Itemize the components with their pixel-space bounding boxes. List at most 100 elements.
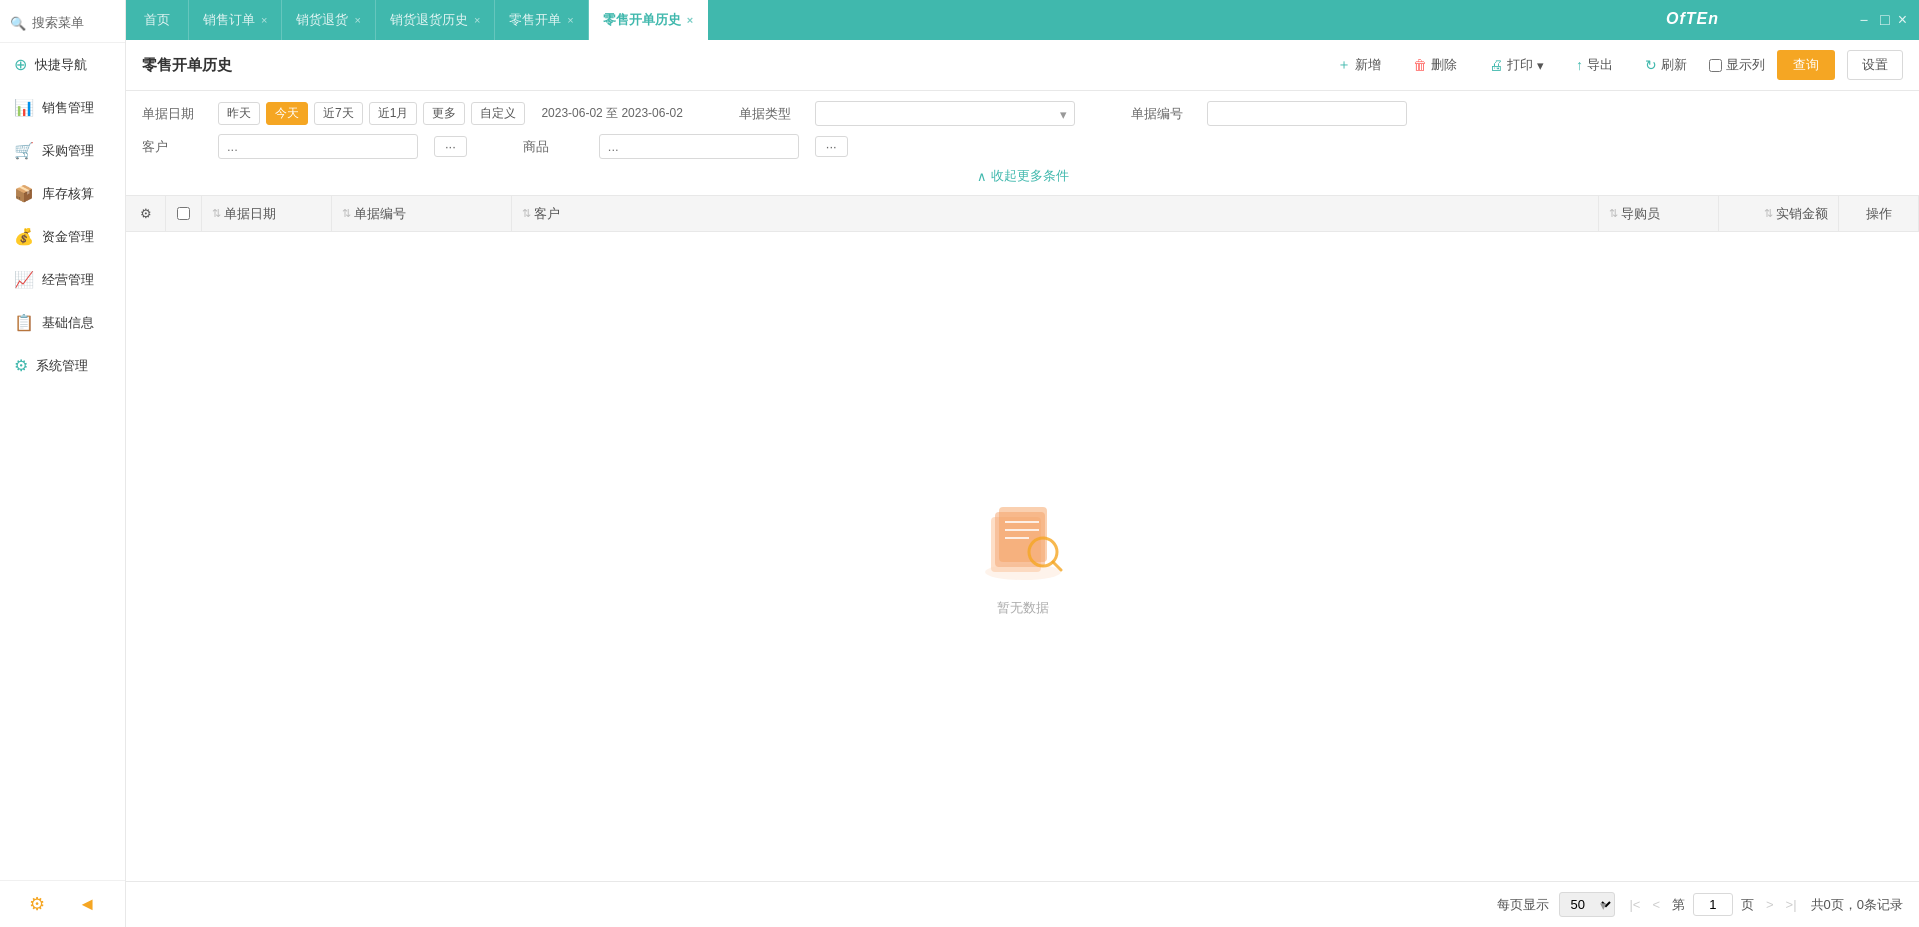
maximize-button[interactable]: □ [1880, 11, 1890, 29]
page-input[interactable] [1693, 893, 1733, 916]
export-button[interactable]: ↑ 导出 [1566, 51, 1623, 79]
date-range: 2023-06-02 至 2023-06-02 [541, 105, 682, 122]
date-btn-1month[interactable]: 近1月 [369, 102, 418, 125]
th-amount-sort-icon: ⇅ [1764, 207, 1773, 220]
sidebar-item-basic-info[interactable]: 📋 基础信息 [0, 301, 125, 344]
select-all-checkbox[interactable] [177, 207, 190, 220]
page-size-select[interactable]: 10 20 50 100 [1559, 892, 1615, 917]
display-cols-checkbox[interactable] [1709, 59, 1722, 72]
customer-ellipsis[interactable]: ··· [434, 136, 467, 157]
th-checkbox[interactable] [166, 196, 202, 231]
print-label: 打印 [1507, 56, 1533, 74]
th-settings[interactable]: ⚙ [126, 196, 166, 231]
th-number[interactable]: ⇅ 单据编号 [332, 196, 512, 231]
refresh-icon: ↻ [1645, 57, 1657, 73]
setting-button[interactable]: 设置 [1847, 50, 1903, 80]
print-button[interactable]: 🖨 打印 ▾ [1479, 51, 1554, 79]
delete-label: 删除 [1431, 56, 1457, 74]
tab-retail-open-history-label: 零售开单历史 [603, 11, 681, 29]
tab-sales-return-close[interactable]: × [354, 14, 360, 26]
prev-page-button[interactable]: < [1648, 895, 1664, 914]
sidebar-item-purchase-mgmt[interactable]: 🛒 采购管理 [0, 129, 125, 172]
tab-sales-return-history-close[interactable]: × [474, 14, 480, 26]
tab-retail-open-close[interactable]: × [567, 14, 573, 26]
sidebar-item-label: 系统管理 [36, 357, 88, 375]
th-amount[interactable]: ⇅ 实销金额 [1719, 196, 1839, 231]
doc-number-label: 单据编号 [1131, 105, 1191, 123]
sidebar-item-sys-mgmt[interactable]: ⚙ 系统管理 [0, 344, 125, 387]
settings-icon[interactable]: ⚙ [29, 893, 45, 915]
tab-sales-return-history[interactable]: 销货退货历史 × [376, 0, 495, 40]
window-controls: － □ × [1856, 10, 1919, 31]
tab-retail-open-label: 零售开单 [509, 11, 561, 29]
display-cols-toggle[interactable]: 显示列 [1709, 56, 1765, 74]
delete-icon: 🗑 [1413, 57, 1427, 73]
date-btn-yesterday[interactable]: 昨天 [218, 102, 260, 125]
th-customer-sort-icon: ⇅ [522, 207, 531, 220]
th-customer[interactable]: ⇅ 客户 [512, 196, 1599, 231]
collapse-button[interactable]: ∧ 收起更多条件 [142, 167, 1903, 185]
export-icon: ↑ [1576, 57, 1583, 73]
goods-input[interactable] [599, 134, 799, 159]
sidebar-search[interactable]: 🔍 搜索菜单 [0, 0, 125, 43]
sidebar-item-inventory[interactable]: 📦 库存核算 [0, 172, 125, 215]
tab-sales-order[interactable]: 销售订单 × [189, 0, 282, 40]
tab-retail-open-history[interactable]: 零售开单历史 × [589, 0, 708, 40]
th-guide-label: 导购员 [1621, 205, 1660, 223]
tab-home[interactable]: 首页 [126, 0, 189, 40]
last-page-button[interactable]: >| [1782, 895, 1801, 914]
th-date[interactable]: ⇅ 单据日期 [202, 196, 332, 231]
sidebar-item-label: 基础信息 [42, 314, 94, 332]
page-label: 第 [1668, 894, 1689, 916]
date-shortcuts: 昨天 今天 近7天 近1月 更多 自定义 [218, 102, 525, 125]
date-btn-custom[interactable]: 自定义 [471, 102, 525, 125]
date-btn-7days[interactable]: 近7天 [314, 102, 363, 125]
filter-area: 单据日期 昨天 今天 近7天 近1月 更多 自定义 2023-06-02 至 2… [126, 91, 1919, 196]
sidebar-item-sales-mgmt[interactable]: 📊 销售管理 [0, 86, 125, 129]
doc-type-select[interactable] [815, 101, 1075, 126]
collapse-icon[interactable]: ◄ [78, 894, 96, 915]
sidebar-item-operations[interactable]: 📈 经营管理 [0, 258, 125, 301]
sidebar-item-finance[interactable]: 💰 资金管理 [0, 215, 125, 258]
tab-retail-open-history-close[interactable]: × [687, 14, 693, 26]
add-label: 新增 [1355, 56, 1381, 74]
sidebar-item-quick-nav[interactable]: ⊕ 快捷导航 [0, 43, 125, 86]
operations-icon: 📈 [14, 270, 34, 289]
delete-button[interactable]: 🗑 删除 [1403, 51, 1467, 79]
add-button[interactable]: ＋ 新增 [1327, 51, 1391, 79]
tab-sales-return-history-label: 销货退货历史 [390, 11, 468, 29]
next-page-button[interactable]: > [1762, 895, 1778, 914]
doc-type-label: 单据类型 [739, 105, 799, 123]
th-date-label: 单据日期 [224, 205, 276, 223]
th-number-sort-icon: ⇅ [342, 207, 351, 220]
tab-sales-return-label: 销货退货 [296, 11, 348, 29]
basic-info-icon: 📋 [14, 313, 34, 332]
sidebar-item-label: 资金管理 [42, 228, 94, 246]
collapse-label: 收起更多条件 [991, 167, 1069, 185]
customer-label: 客户 [142, 138, 202, 156]
first-page-button[interactable]: |< [1625, 895, 1644, 914]
page-suffix: 页 [1737, 894, 1758, 916]
customer-input[interactable] [218, 134, 418, 159]
query-button[interactable]: 查询 [1777, 50, 1835, 80]
toolbar: ＋ 新增 🗑 删除 🖨 打印 ▾ ↑ 导出 ↻ 刷新 显示列 [1327, 50, 1903, 80]
th-guide-sort-icon: ⇅ [1609, 207, 1618, 220]
page-size-wrapper: 10 20 50 100 [1559, 892, 1615, 917]
goods-ellipsis[interactable]: ··· [815, 136, 848, 157]
refresh-button[interactable]: ↻ 刷新 [1635, 51, 1697, 79]
th-guide[interactable]: ⇅ 导购员 [1599, 196, 1719, 231]
minimize-button[interactable]: － [1856, 10, 1872, 31]
empty-state: 暂无数据 [126, 232, 1919, 881]
tab-sales-return[interactable]: 销货退货 × [282, 0, 375, 40]
collapse-chevron: ∧ [977, 169, 987, 184]
tab-bar: 首页 销售订单 × 销货退货 × 销货退货历史 × 零售开单 × 零售开单历史 … [126, 0, 1919, 40]
doc-number-input[interactable] [1207, 101, 1407, 126]
tab-sales-order-close[interactable]: × [261, 14, 267, 26]
inventory-icon: 📦 [14, 184, 34, 203]
date-btn-today[interactable]: 今天 [266, 102, 308, 125]
sales-icon: 📊 [14, 98, 34, 117]
tab-retail-open[interactable]: 零售开单 × [495, 0, 588, 40]
date-btn-more[interactable]: 更多 [423, 102, 465, 125]
date-label: 单据日期 [142, 105, 202, 123]
close-button[interactable]: × [1898, 11, 1907, 29]
